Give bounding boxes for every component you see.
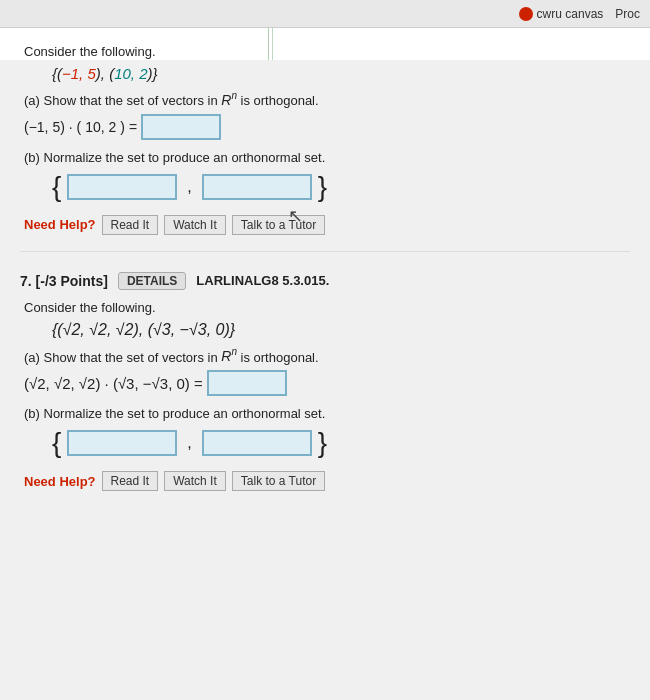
p7-need-help-label: Need Help? <box>24 474 96 489</box>
p7-need-help-row: Need Help? Read It Watch It Talk to a Tu… <box>24 471 630 491</box>
p6-norm-input-2[interactable] <box>202 174 312 200</box>
p7-comma: , <box>187 434 191 452</box>
p7-normalize-set: { , } <box>52 427 630 459</box>
cursor-arrow-icon: ↖ <box>288 205 538 227</box>
p7-points-label: 7. [-/3 Points] <box>20 273 108 289</box>
p6-part-a-label: (a) Show that the set of vectors in Rn i… <box>24 90 630 108</box>
vertical-line-2 <box>272 28 273 60</box>
p7-read-it-button[interactable]: Read It <box>102 471 159 491</box>
p6-watch-it-button[interactable]: Watch It <box>164 215 226 235</box>
canvas-label: cwru canvas <box>519 7 604 21</box>
p7-norm-input-1[interactable] <box>67 430 177 456</box>
proc-label: Proc <box>615 7 640 21</box>
top-bar: cwru canvas Proc <box>0 0 650 28</box>
p7-norm-input-2[interactable] <box>202 430 312 456</box>
p7-close-brace: } <box>318 427 327 459</box>
p6-set: {(−1, 5), (10, 2)} <box>52 65 630 82</box>
p7-header: 7. [-/3 Points] DETAILS LARLINALG8 5.3.0… <box>20 272 630 290</box>
p7-set: {(√2, √2, √2), (√3, −√3, 0)} <box>52 321 630 339</box>
p7-talk-to-tutor-button[interactable]: Talk to a Tutor <box>232 471 325 491</box>
cwru-dot-icon <box>519 7 533 21</box>
vertical-line-1 <box>268 28 269 60</box>
p7-dot-product: (√2, √2, √2) · (√3, −√3, 0) = <box>24 370 630 396</box>
p6-dot-product: (−1, 5) · ( 10, 2 ) = <box>24 114 630 140</box>
main-wrapper: Consider the following. {(−1, 5), (10, 2… <box>0 28 650 60</box>
p6-norm-input-1[interactable] <box>67 174 177 200</box>
p6-need-help-label: Need Help? <box>24 217 96 232</box>
p7-part-b-label: (b) Normalize the set to produce an orth… <box>24 406 630 421</box>
p6-part-b-label: (b) Normalize the set to produce an orth… <box>24 150 630 165</box>
p6-comma: , <box>187 178 191 196</box>
p6-set-teal: 10, 2 <box>114 65 147 82</box>
p7-open-brace: { <box>52 427 61 459</box>
p7-part-a-label: (a) Show that the set of vectors in Rn i… <box>24 347 630 365</box>
p6-set-red: −1, 5 <box>62 65 96 82</box>
page-content: Consider the following. {(−1, 5), (10, 2… <box>0 28 650 60</box>
p7-consider: Consider the following. <box>24 300 630 315</box>
p6-close-brace: } <box>318 171 327 203</box>
p7-problem-id: LARLINALG8 5.3.015. <box>196 273 329 288</box>
p7-details-button[interactable]: DETAILS <box>118 272 186 290</box>
p7-dot-product-input[interactable] <box>207 370 287 396</box>
p6-consider: Consider the following. <box>24 44 630 59</box>
p6-read-it-button[interactable]: Read It <box>102 215 159 235</box>
p6-normalize-set: { , } <box>52 171 630 203</box>
problem-7-block: 7. [-/3 Points] DETAILS LARLINALG8 5.3.0… <box>20 272 630 508</box>
p6-dot-product-input[interactable] <box>141 114 221 140</box>
p6-open-brace: { <box>52 171 61 203</box>
p7-watch-it-button[interactable]: Watch It <box>164 471 226 491</box>
